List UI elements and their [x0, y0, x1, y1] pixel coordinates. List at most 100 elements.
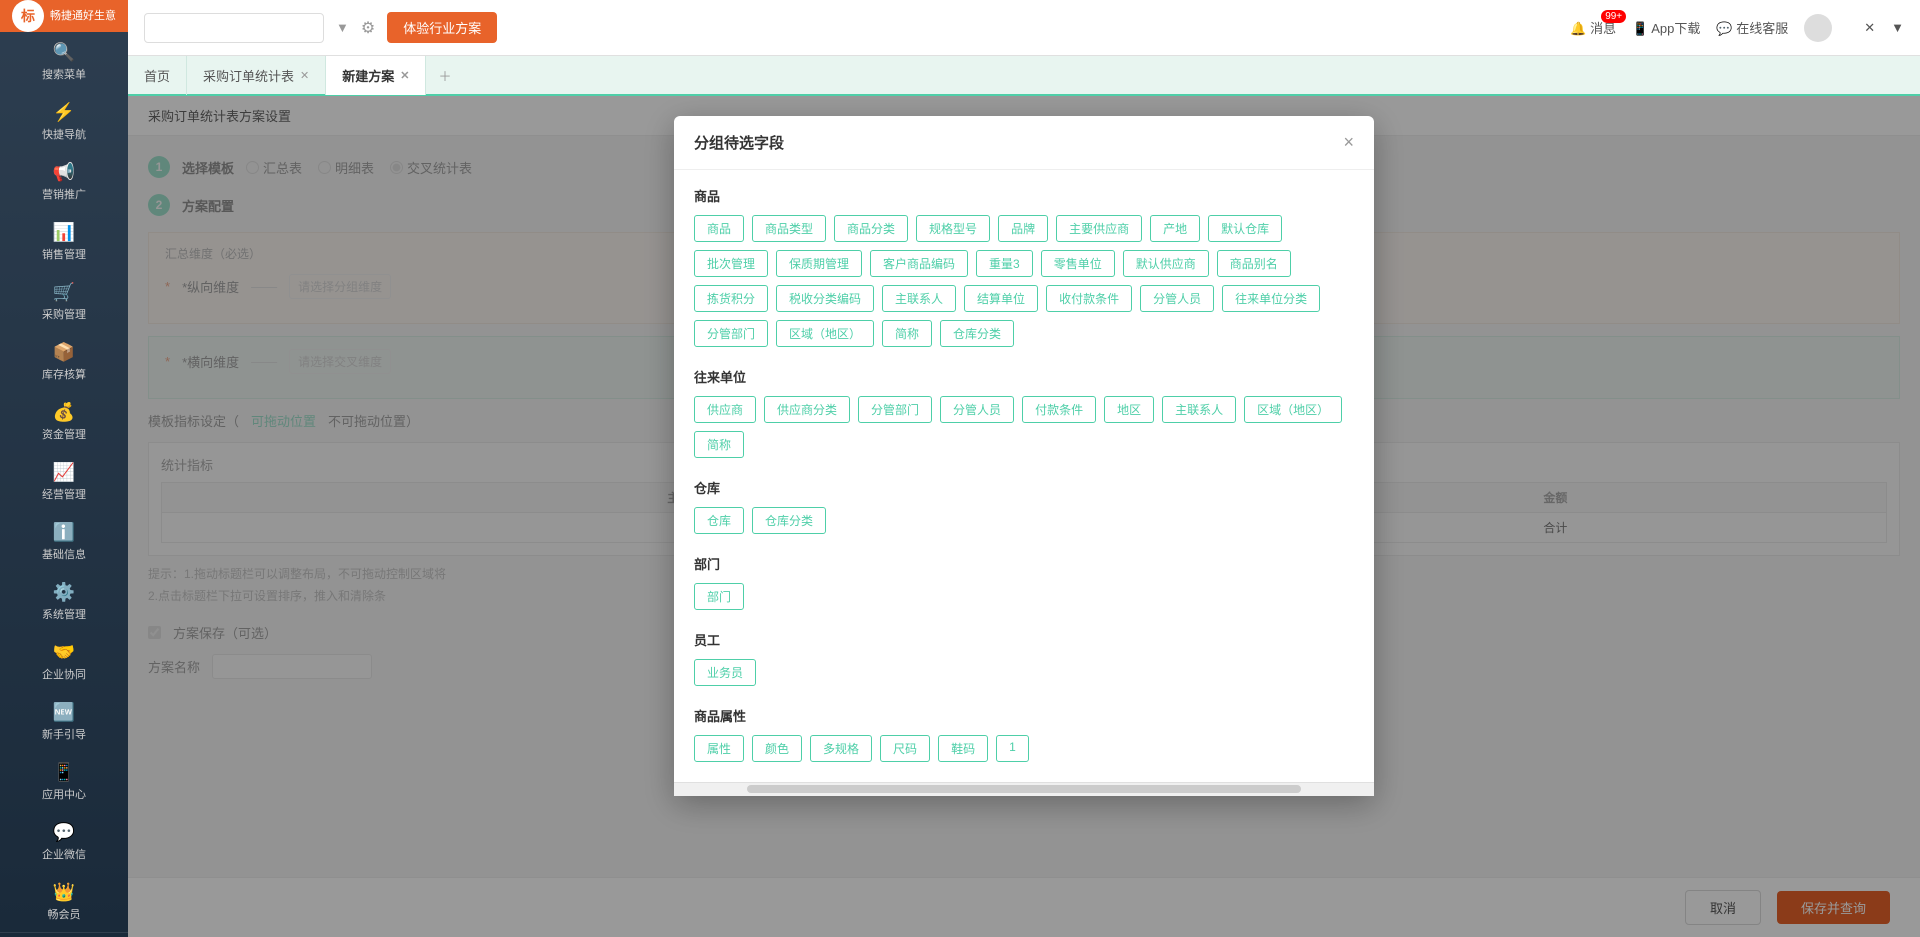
topbar-settings-icon[interactable]: ⚙ [361, 18, 375, 38]
tab-add-icon[interactable]: ＋ [426, 66, 463, 85]
sidebar-item-13[interactable]: 💬企业微信 [0, 812, 128, 872]
field-tag-0-15[interactable]: 拣货积分 [694, 285, 768, 312]
topbar-collapse-icon[interactable]: ▼ [1891, 20, 1904, 35]
field-tag-0-3[interactable]: 规格型号 [916, 215, 990, 242]
sidebar-item-2[interactable]: 📢营销推广 [0, 152, 128, 212]
field-section-1: 往来单位供应商供应商分类分管部门分管人员付款条件地区主联系人区域（地区）简称 [694, 367, 1354, 458]
field-tag-1-6[interactable]: 主联系人 [1162, 396, 1236, 423]
experience-btn[interactable]: 体验行业方案 [387, 12, 497, 43]
field-tag-0-25[interactable]: 仓库分类 [940, 320, 1014, 347]
field-section-5: 商品属性属性颜色多规格尺码鞋码1 [694, 706, 1354, 762]
field-tag-0-12[interactable]: 零售单位 [1041, 250, 1115, 277]
sidebar-item-4[interactable]: 🛒采购管理 [0, 272, 128, 332]
field-tag-0-0[interactable]: 商品 [694, 215, 744, 242]
nav-tabs: 首页 采购订单统计表 ✕ 新建方案 ✕ ＋ [128, 56, 1920, 96]
tab-purchase-order-stats[interactable]: 采购订单统计表 ✕ [187, 55, 326, 95]
sidebar-item-0[interactable]: 🔍搜索菜单 [0, 32, 128, 92]
sidebar-icon-13: 💬 [53, 822, 75, 843]
sidebar-item-6[interactable]: 💰资金管理 [0, 392, 128, 452]
field-tag-1-5[interactable]: 地区 [1104, 396, 1154, 423]
field-tag-1-2[interactable]: 分管部门 [858, 396, 932, 423]
field-tag-1-0[interactable]: 供应商 [694, 396, 756, 423]
field-tag-5-1[interactable]: 颜色 [752, 735, 802, 762]
sidebar-item-1[interactable]: ⚡快捷导航 [0, 92, 128, 152]
field-tag-1-3[interactable]: 分管人员 [940, 396, 1014, 423]
field-tag-5-3[interactable]: 尺码 [880, 735, 930, 762]
sidebar-item-3[interactable]: 📊 销售管理 [0, 212, 128, 272]
sidebar: 标 畅捷通好生意 🔍搜索菜单⚡快捷导航📢营销推广 📊 销售管理 🛒采购管理📦库存核算💰… [0, 0, 128, 937]
field-tag-0-6[interactable]: 产地 [1150, 215, 1200, 242]
sidebar-item-10[interactable]: 🤝企业协同 [0, 632, 128, 692]
sidebar-item-9[interactable]: ⚙️系统管理 [0, 572, 128, 632]
field-tag-2-0[interactable]: 仓库 [694, 507, 744, 534]
field-tag-0-2[interactable]: 商品分类 [834, 215, 908, 242]
field-tag-0-14[interactable]: 商品别名 [1217, 250, 1291, 277]
field-tag-2-1[interactable]: 仓库分类 [752, 507, 826, 534]
sidebar-item-14[interactable]: 👑畅会员 [0, 872, 128, 932]
sidebar-label-0: 搜索菜单 [42, 66, 86, 82]
sidebar-icon-4: 🛒 [53, 282, 75, 303]
tab-new-plan[interactable]: 新建方案 ✕ [326, 55, 426, 95]
field-tag-0-11[interactable]: 重量3 [976, 250, 1033, 277]
sidebar-item-7[interactable]: 📈经营管理 [0, 452, 128, 512]
field-tag-0-18[interactable]: 结算单位 [964, 285, 1038, 312]
user-avatar[interactable] [1804, 14, 1832, 42]
field-tag-0-23[interactable]: 区域（地区） [776, 320, 874, 347]
section-title-2: 仓库 [694, 478, 1354, 497]
sidebar-item-12[interactable]: 📱应用中心 [0, 752, 128, 812]
field-tag-0-22[interactable]: 分管部门 [694, 320, 768, 347]
sidebar-logo[interactable]: 标 畅捷通好生意 [0, 0, 128, 32]
sidebar-icon-5: 📦 [53, 342, 75, 363]
modal-scrollbar[interactable] [674, 782, 1374, 796]
app-download-link[interactable]: 📱 App下载 [1632, 18, 1700, 37]
modal-close-btn[interactable]: × [1343, 132, 1354, 153]
tab-close-purchase[interactable]: ✕ [300, 69, 309, 82]
field-tag-0-16[interactable]: 税收分类编码 [776, 285, 874, 312]
search-input[interactable] [144, 13, 324, 43]
sidebar-icon-8: ℹ️ [53, 522, 75, 543]
sidebar-label-8: 基础信息 [42, 546, 86, 562]
field-section-4: 员工业务员 [694, 630, 1354, 686]
field-tag-0-8[interactable]: 批次管理 [694, 250, 768, 277]
sidebar-label-7: 经营管理 [42, 486, 86, 502]
field-tag-1-8[interactable]: 简称 [694, 431, 744, 458]
field-tag-0-17[interactable]: 主联系人 [882, 285, 956, 312]
notification-badge[interactable]: 🔔 99+ 消息 [1570, 18, 1616, 37]
topbar-dropdown-icon[interactable]: ▼ [336, 20, 349, 35]
sidebar-label-3: 销售管理 [42, 246, 86, 262]
field-tag-0-21[interactable]: 往来单位分类 [1222, 285, 1320, 312]
tab-close-new-plan[interactable]: ✕ [400, 69, 409, 82]
field-tag-0-5[interactable]: 主要供应商 [1056, 215, 1142, 242]
field-tag-0-1[interactable]: 商品类型 [752, 215, 826, 242]
sidebar-item-11[interactable]: 🆕新手引导 [0, 692, 128, 752]
sidebar-item-8[interactable]: ℹ️ 基础信息 [0, 512, 128, 572]
field-tag-5-5[interactable]: 1 [996, 735, 1029, 762]
notification-icon: 🔔 [1570, 21, 1586, 36]
field-tag-1-7[interactable]: 区域（地区） [1244, 396, 1342, 423]
field-tag-1-1[interactable]: 供应商分类 [764, 396, 850, 423]
field-tag-1-4[interactable]: 付款条件 [1022, 396, 1096, 423]
online-service-link[interactable]: 💬 在线客服 [1716, 18, 1788, 37]
sidebar-icon-2: 📢 [53, 162, 75, 183]
topbar-right: 🔔 99+ 消息 📱 App下载 💬 在线客服 ✕ ▼ [1570, 14, 1904, 42]
tab-home[interactable]: 首页 [128, 55, 187, 95]
field-tag-0-13[interactable]: 默认供应商 [1123, 250, 1209, 277]
field-tag-0-7[interactable]: 默认仓库 [1208, 215, 1282, 242]
field-tag-0-19[interactable]: 收付款条件 [1046, 285, 1132, 312]
field-tag-3-0[interactable]: 部门 [694, 583, 744, 610]
field-grid-1: 供应商供应商分类分管部门分管人员付款条件地区主联系人区域（地区） 简称 [694, 396, 1354, 458]
field-tag-0-10[interactable]: 客户商品编码 [870, 250, 968, 277]
topbar-close-icon[interactable]: ✕ [1864, 20, 1875, 36]
field-tag-4-0[interactable]: 业务员 [694, 659, 756, 686]
field-tag-5-0[interactable]: 属性 [694, 735, 744, 762]
field-tag-5-4[interactable]: 鞋码 [938, 735, 988, 762]
logo-icon: 标 [12, 0, 44, 32]
field-tag-0-4[interactable]: 品牌 [998, 215, 1048, 242]
field-tag-5-2[interactable]: 多规格 [810, 735, 872, 762]
field-tag-0-9[interactable]: 保质期管理 [776, 250, 862, 277]
sidebar-item-5[interactable]: 📦库存核算 [0, 332, 128, 392]
sidebar-label-10: 企业协同 [42, 666, 86, 682]
field-tag-0-20[interactable]: 分管人员 [1140, 285, 1214, 312]
sidebar-icon-3: 📊 [53, 222, 75, 243]
field-tag-0-24[interactable]: 简称 [882, 320, 932, 347]
